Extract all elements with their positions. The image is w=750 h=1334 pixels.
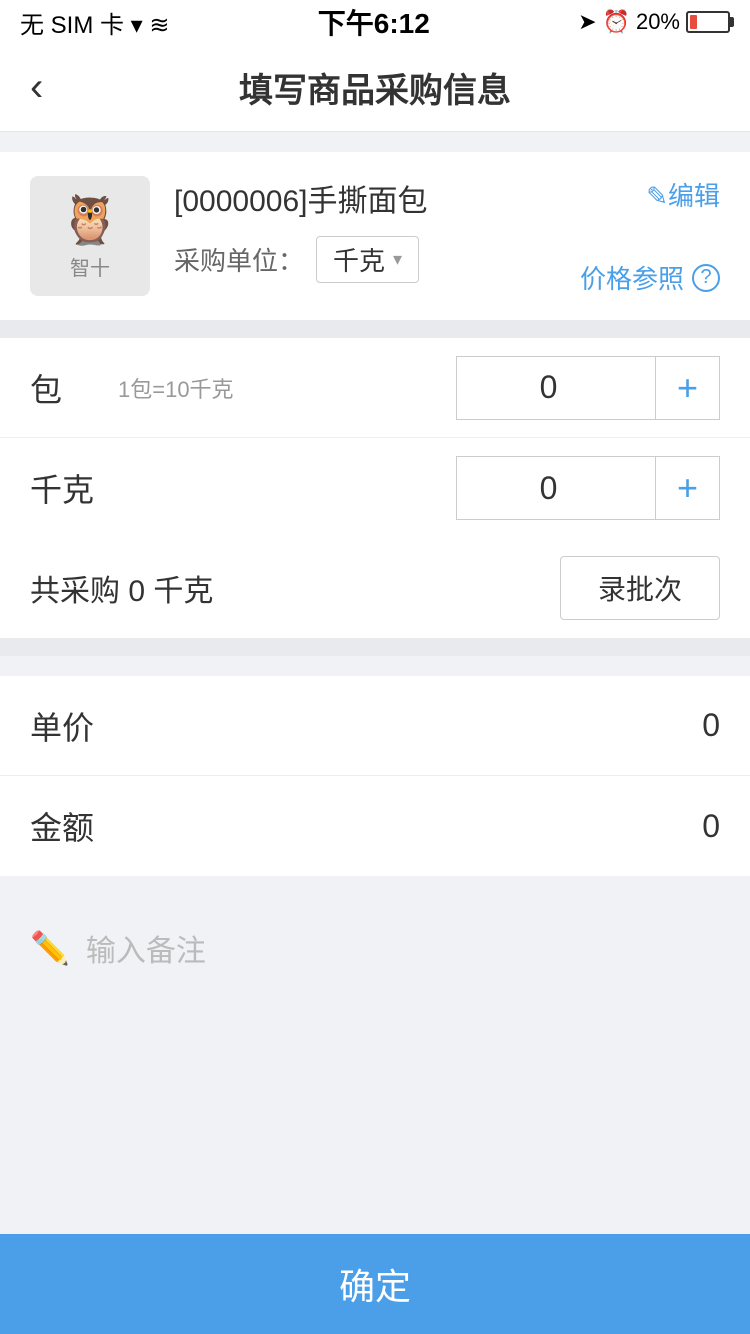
page-title: 填写商品采购信息 [239, 63, 511, 112]
divider-top [0, 320, 750, 338]
bag-sublabel: 1包=10千克 [118, 372, 456, 404]
product-card: 🦉 智十 [0000006]手撕面包 采购单位： 千克 ▾ ✎编辑 价格参照 ? [0, 152, 750, 320]
amount-row: 金额 0 [0, 776, 750, 876]
status-bar: 无 SIM 卡 ▾ ≋ 下午6:12 ➤ ⏰ 20% [0, 0, 750, 44]
amount-label: 金额 [30, 803, 94, 849]
product-owl-icon: 🦉 [60, 191, 120, 248]
kg-row: 千克 + [0, 438, 750, 538]
alarm-icon: ⏰ [603, 9, 630, 35]
edit-button[interactable]: ✎编辑 [646, 176, 720, 213]
summary-text: 共采购 0 千克 [30, 566, 213, 610]
thumb-label: 智十 [70, 252, 110, 281]
status-right: ➤ ⏰ 20% [578, 9, 730, 35]
input-section: 包 1包=10千克 + 千克 + [0, 338, 750, 538]
remarks-placeholder: 输入备注 [86, 926, 206, 970]
divider-middle [0, 638, 750, 656]
batch-button[interactable]: 录批次 [560, 556, 720, 620]
battery-icon [686, 11, 730, 33]
bag-label: 包 [30, 365, 110, 411]
status-left: 无 SIM 卡 ▾ ≋ [20, 5, 170, 40]
remarks-section[interactable]: ✏️ 输入备注 [0, 896, 750, 1000]
price-ref-label: 价格参照 [580, 259, 684, 296]
product-name: [0000006]手撕面包 [174, 176, 720, 220]
price-section: 单价 0 金额 0 [0, 676, 750, 876]
bag-plus-button[interactable]: + [656, 356, 720, 420]
unit-price-value: 0 [702, 707, 720, 744]
bag-input-control: + [456, 356, 720, 420]
location-icon: ➤ [578, 9, 596, 35]
bag-quantity-input[interactable] [456, 356, 656, 420]
kg-plus-button[interactable]: + [656, 456, 720, 520]
pencil-icon: ✏️ [30, 929, 70, 967]
unit-price-label: 单价 [30, 703, 94, 749]
product-thumbnail: 🦉 智十 [30, 176, 150, 296]
unit-selector[interactable]: 千克 ▾ [316, 236, 419, 283]
status-time: 下午6:12 [318, 2, 430, 42]
sim-label: 无 SIM 卡 ▾ ≋ [20, 5, 170, 40]
amount-value: 0 [702, 808, 720, 845]
unit-value: 千克 [333, 241, 385, 278]
nav-bar: ‹ 填写商品采购信息 [0, 44, 750, 132]
confirm-button[interactable]: 确定 [0, 1234, 750, 1334]
dropdown-arrow-icon: ▾ [393, 249, 402, 270]
kg-input-control: + [456, 456, 720, 520]
battery-percent: 20% [636, 9, 680, 35]
back-button[interactable]: ‹ [30, 65, 43, 110]
price-ref-button[interactable]: 价格参照 ? [580, 259, 720, 296]
summary-row: 共采购 0 千克 录批次 [0, 538, 750, 638]
unit-label: 采购单位： [174, 241, 304, 278]
help-icon: ? [692, 264, 720, 292]
kg-quantity-input[interactable] [456, 456, 656, 520]
kg-label: 千克 [30, 465, 110, 511]
unit-price-row: 单价 0 [0, 676, 750, 776]
bag-row: 包 1包=10千克 + [0, 338, 750, 438]
